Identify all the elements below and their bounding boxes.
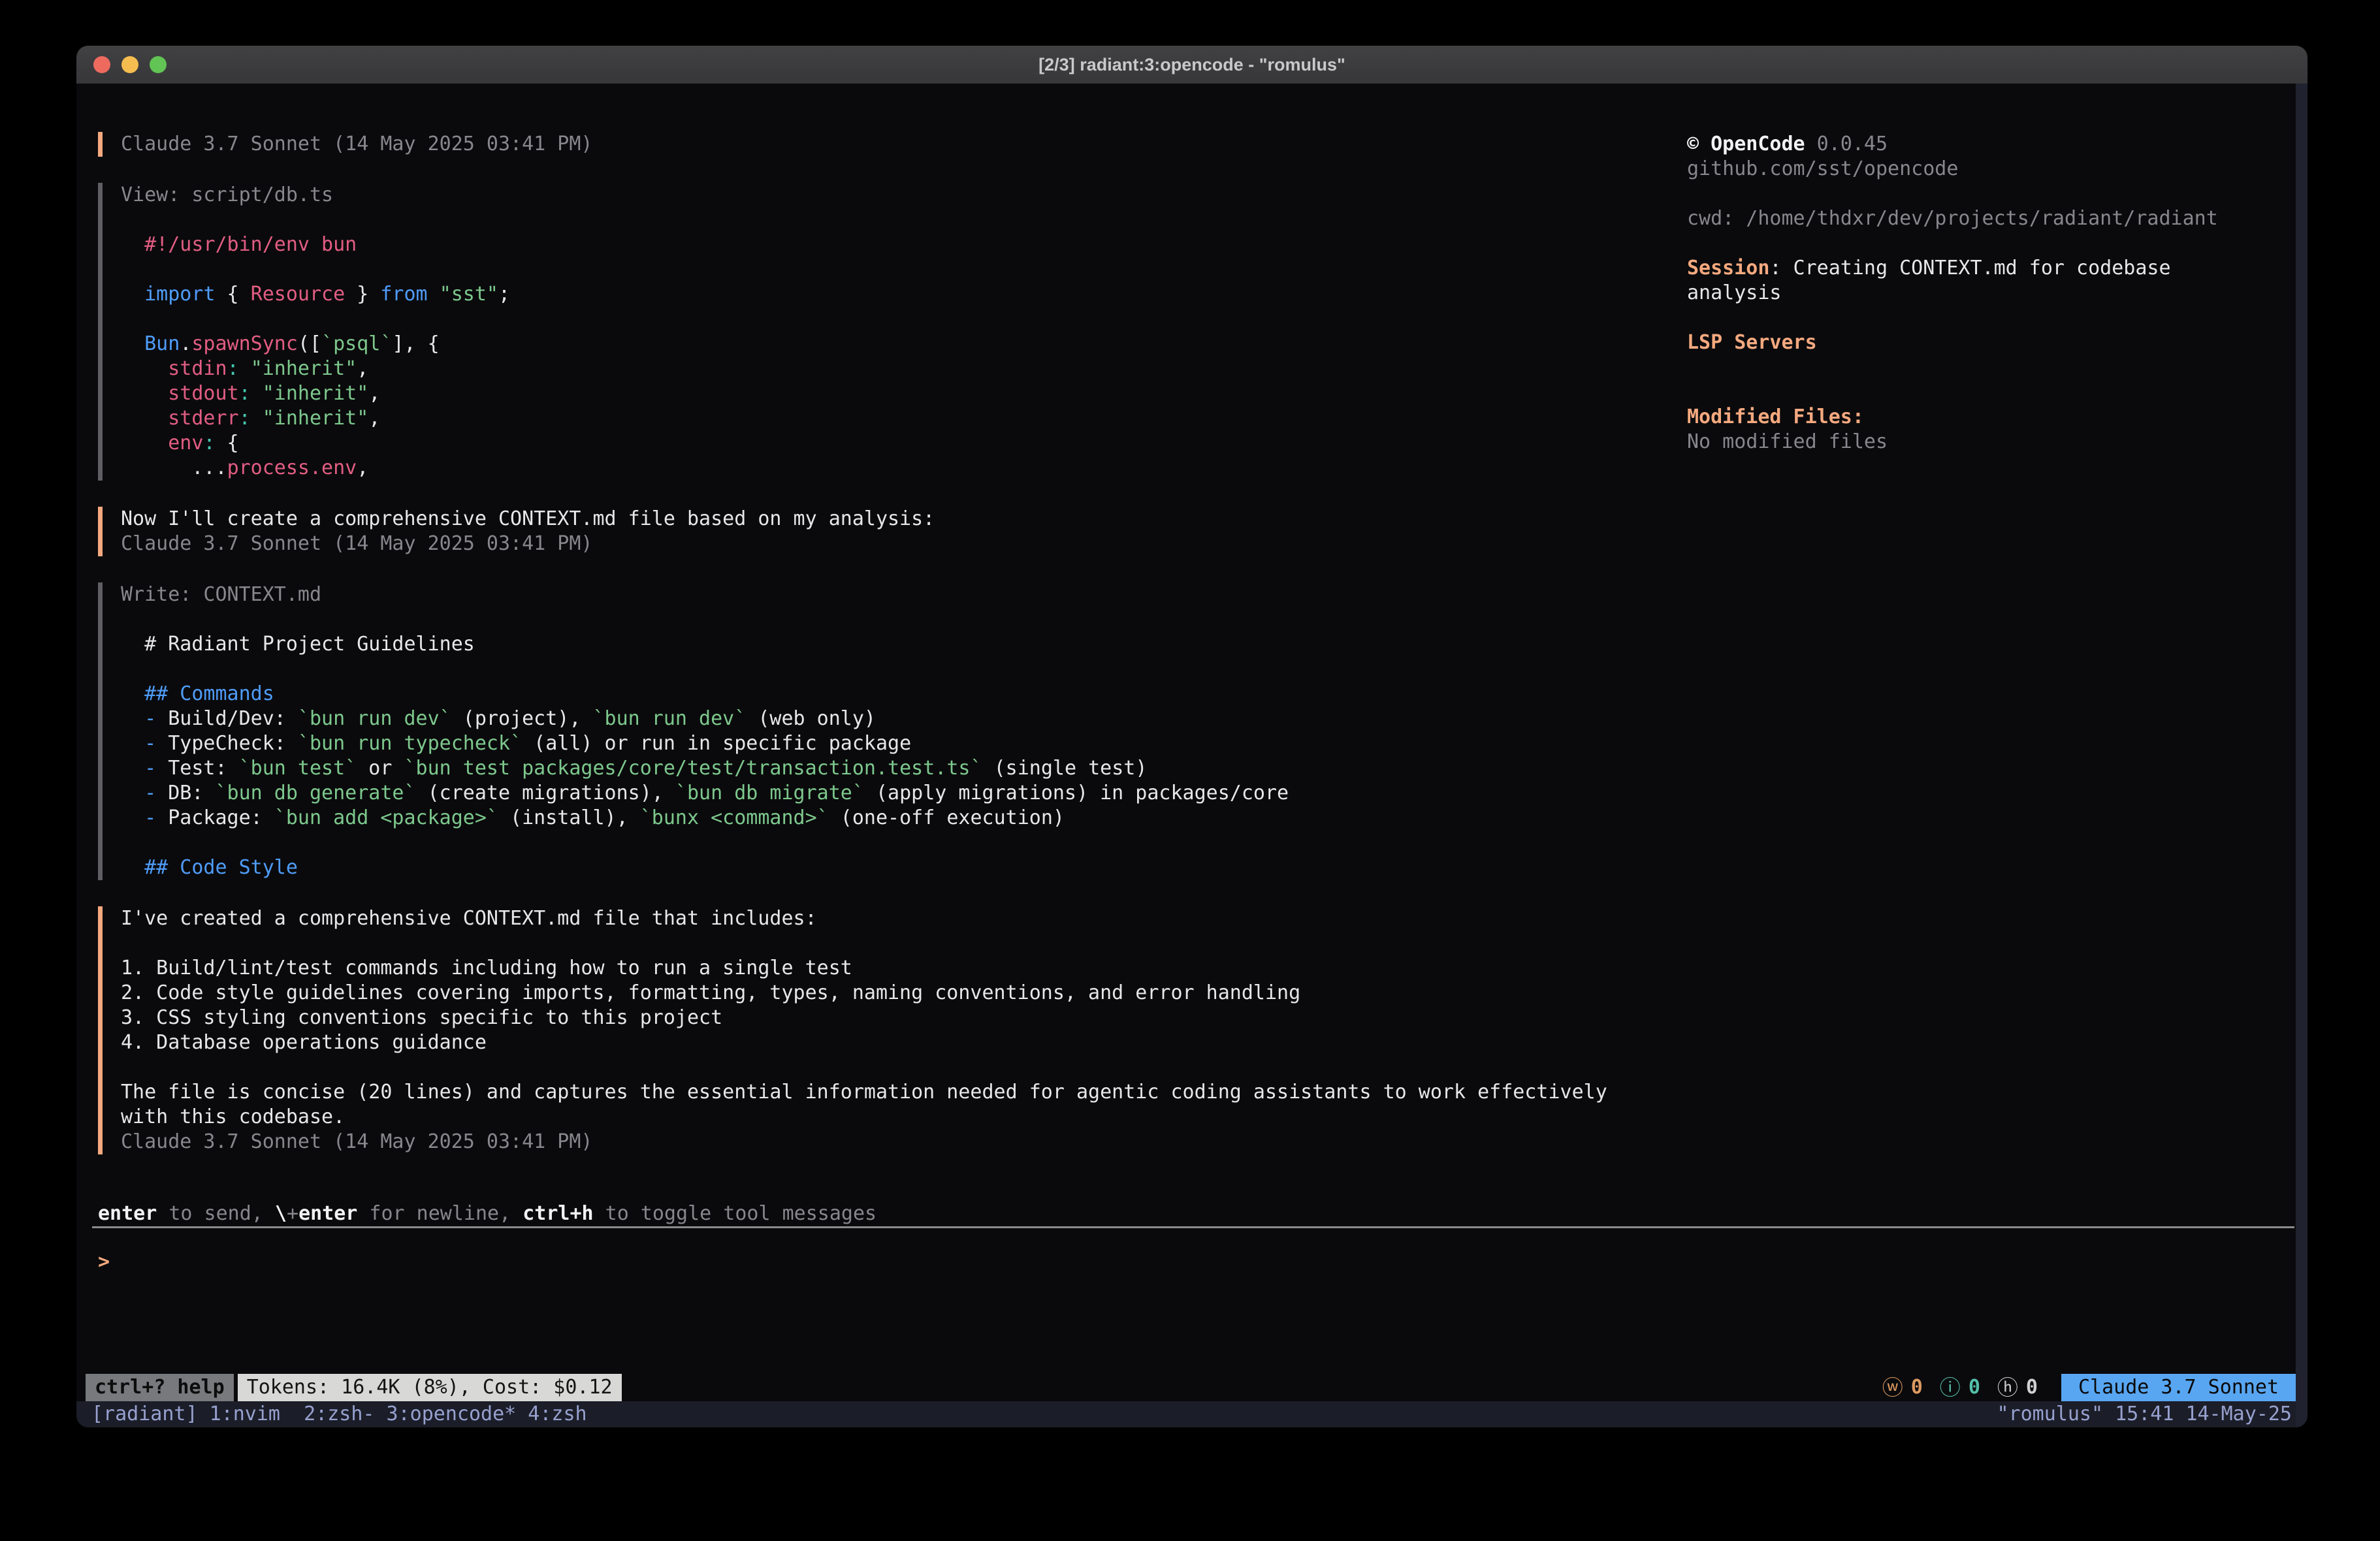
tokens-cost-badge: Tokens: 16.4K (8%), Cost: $0.12: [238, 1374, 622, 1401]
hint-diagnostic: ⓗ0: [1997, 1374, 2038, 1401]
tmux-status-bar: [radiant] 1:nvim 2:zsh- 3:opencode* 4:zs…: [76, 1401, 2308, 1427]
text-line: - Test: `bun test` or `bun test packages…: [121, 756, 1607, 781]
text-line: I've created a comprehensive CONTEXT.md …: [121, 906, 1607, 931]
input-separator: [92, 1226, 2294, 1228]
text-line: [121, 208, 1607, 232]
help-badge[interactable]: ctrl+? help: [86, 1374, 234, 1401]
minimize-button[interactable]: [121, 56, 138, 73]
text-line: Modified Files:: [1687, 405, 2308, 430]
text-line: # Radiant Project Guidelines: [121, 632, 1607, 657]
text-line: - TypeCheck: `bun run typecheck` (all) o…: [121, 731, 1607, 756]
text-line: [1687, 380, 2308, 405]
text-line: Now I'll create a comprehensive CONTEXT.…: [121, 507, 1607, 532]
text-line: [121, 931, 1607, 956]
text-line: analysis: [1687, 281, 2308, 306]
text-line: 1. Build/lint/test commands including ho…: [121, 956, 1607, 981]
text-line: - DB: `bun db generate` (create migratio…: [121, 781, 1607, 806]
text-line: [1687, 182, 2308, 206]
zoom-button[interactable]: [150, 56, 167, 73]
model-badge[interactable]: Claude 3.7 Sonnet: [2061, 1374, 2296, 1401]
text-line: [1687, 231, 2308, 256]
tmux-window-list[interactable]: [radiant] 1:nvim 2:zsh- 3:opencode* 4:zs…: [91, 1401, 587, 1427]
hint-icon: ⓗ: [1997, 1374, 2018, 1401]
text-line: [121, 657, 1607, 682]
warning-diagnostic: ⓦ0: [1882, 1374, 1923, 1401]
window-titlebar: [2/3] radiant:3:opencode - "romulus": [76, 46, 2308, 84]
text-line: with this codebase.: [121, 1105, 1607, 1130]
text-line: ## Commands: [121, 682, 1607, 707]
text-line: Claude 3.7 Sonnet (14 May 2025 03:41 PM): [121, 132, 1607, 157]
message-block: View: script/db.ts #!/usr/bin/env bun im…: [98, 183, 1607, 481]
text-line: © OpenCode 0.0.45: [1687, 132, 2308, 157]
opencode-status-bar: ctrl+? help Tokens: 16.4K (8%), Cost: $0…: [76, 1374, 2296, 1401]
text-line: No modified files: [1687, 430, 2308, 454]
message-block: Write: CONTEXT.md # Radiant Project Guid…: [98, 582, 1607, 880]
tmux-session-clock: "romulus" 15:41 14-May-25: [1997, 1401, 2292, 1427]
text-line: - Build/Dev: `bun run dev` (project), `b…: [121, 707, 1607, 731]
text-line: [121, 257, 1607, 282]
text-line: [121, 831, 1607, 855]
text-line: ## Code Style: [121, 855, 1607, 880]
diagnostics-counters: ⓦ0ⓘ0ⓗ0: [1882, 1374, 2055, 1401]
info-diagnostic: ⓘ0: [1940, 1374, 1980, 1401]
warning-icon: ⓦ: [1882, 1374, 1903, 1401]
text-line: #!/usr/bin/env bun: [121, 232, 1607, 257]
chat-log: Claude 3.7 Sonnet (14 May 2025 03:41 PM)…: [98, 132, 1607, 1181]
text-line: cwd: /home/thdxr/dev/projects/radiant/ra…: [1687, 206, 2308, 231]
text-line: Session: Creating CONTEXT.md for codebas…: [1687, 256, 2308, 281]
info-count: 0: [1969, 1374, 1980, 1401]
message-block: Claude 3.7 Sonnet (14 May 2025 03:41 PM): [98, 132, 1607, 157]
text-line: stdout: "inherit",: [121, 381, 1607, 406]
status-left-group: ctrl+? help Tokens: 16.4K (8%), Cost: $0…: [86, 1374, 622, 1401]
keybind-hint: enter to send, \+enter for newline, ctrl…: [98, 1201, 876, 1226]
message-block: I've created a comprehensive CONTEXT.md …: [98, 906, 1607, 1154]
text-line: import { Resource } from "sst";: [121, 282, 1607, 307]
text-line: [1687, 306, 2308, 330]
text-line: 2. Code style guidelines covering import…: [121, 981, 1607, 1006]
text-line: 4. Database operations guidance: [121, 1030, 1607, 1055]
prompt-input[interactable]: >: [98, 1250, 110, 1275]
text-line: [121, 307, 1607, 332]
traffic-lights: [93, 46, 167, 84]
text-line: 3. CSS styling conventions specific to t…: [121, 1006, 1607, 1030]
text-line: [121, 1055, 1607, 1080]
desktop-background: [2/3] radiant:3:opencode - "romulus" Cla…: [0, 0, 2380, 1541]
terminal-content: Claude 3.7 Sonnet (14 May 2025 03:41 PM)…: [76, 84, 2308, 1427]
close-button[interactable]: [93, 56, 110, 73]
text-line: View: script/db.ts: [121, 183, 1607, 208]
status-right-group: ⓦ0ⓘ0ⓗ0 Claude 3.7 Sonnet: [1882, 1374, 2296, 1401]
info-icon: ⓘ: [1940, 1374, 1961, 1401]
text-line: env: {: [121, 431, 1607, 456]
text-line: stderr: "inherit",: [121, 406, 1607, 431]
hint-count: 0: [2026, 1374, 2038, 1401]
text-line: github.com/sst/opencode: [1687, 157, 2308, 182]
terminal-window: [2/3] radiant:3:opencode - "romulus" Cla…: [76, 46, 2308, 1427]
message-block: Now I'll create a comprehensive CONTEXT.…: [98, 507, 1607, 556]
scrollbar-track[interactable]: [2296, 84, 2308, 1427]
text-line: Claude 3.7 Sonnet (14 May 2025 03:41 PM): [121, 532, 1607, 556]
text-line: [1687, 355, 2308, 380]
window-title: [2/3] radiant:3:opencode - "romulus": [1038, 55, 1345, 75]
text-line: The file is concise (20 lines) and captu…: [121, 1080, 1607, 1105]
text-line: - Package: `bun add <package>` (install)…: [121, 806, 1607, 831]
text-line: stdin: "inherit",: [121, 357, 1607, 381]
text-line: Write: CONTEXT.md: [121, 582, 1607, 607]
text-line: [121, 607, 1607, 632]
text-line: Bun.spawnSync([`psql`], {: [121, 332, 1607, 357]
text-line: Claude 3.7 Sonnet (14 May 2025 03:41 PM): [121, 1130, 1607, 1154]
text-line: ...process.env,: [121, 456, 1607, 481]
opencode-sidebar: © OpenCode 0.0.45github.com/sst/opencode…: [1687, 132, 2308, 454]
warning-count: 0: [1911, 1374, 1923, 1401]
text-line: LSP Servers: [1687, 330, 2308, 355]
